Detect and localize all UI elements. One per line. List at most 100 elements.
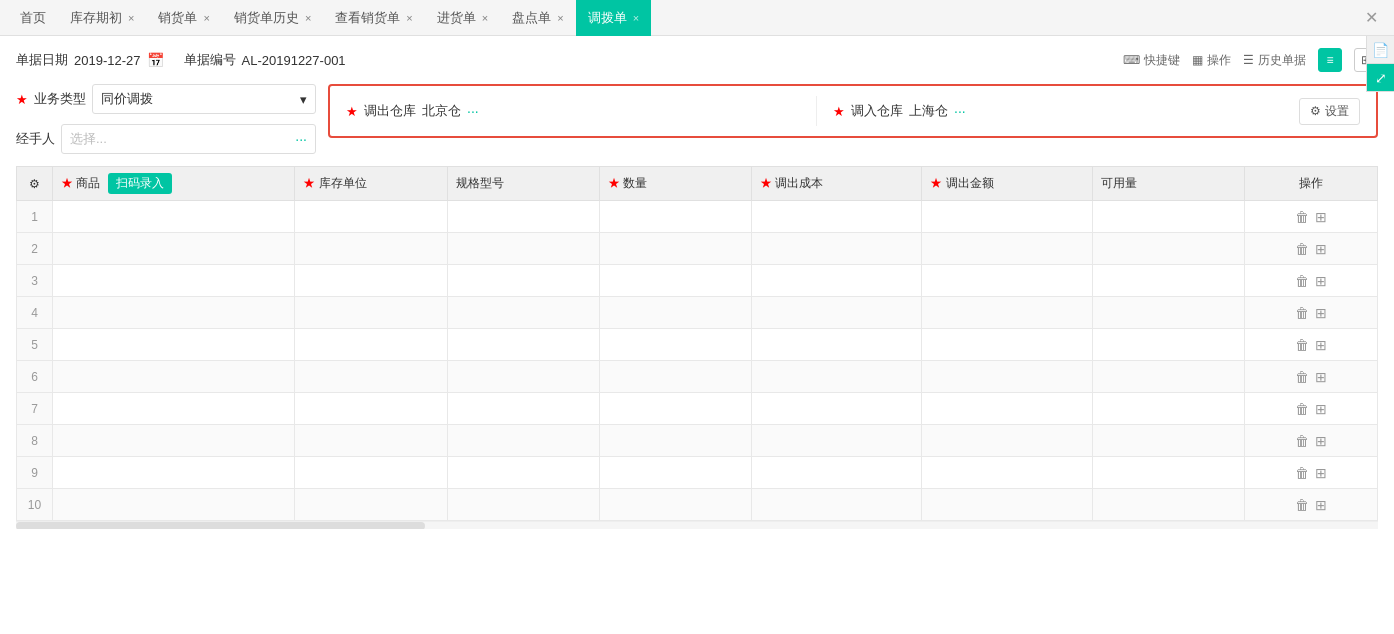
cell-product[interactable]	[53, 297, 295, 329]
delete-icon[interactable]: 🗑	[1295, 209, 1309, 225]
tab-sales-order[interactable]: 销货单 ×	[146, 0, 221, 36]
cell-available[interactable]	[1093, 457, 1245, 489]
copy-icon[interactable]: ⊞	[1315, 369, 1327, 385]
cell-unit[interactable]	[295, 233, 448, 265]
operations-button[interactable]: ▦ 操作	[1192, 52, 1231, 69]
tab-home[interactable]: 首页	[8, 0, 58, 36]
cell-available[interactable]	[1093, 361, 1245, 393]
list-view-button[interactable]: ≡	[1318, 48, 1342, 72]
delete-icon[interactable]: 🗑	[1295, 401, 1309, 417]
cell-amount[interactable]	[922, 489, 1093, 521]
cell-available[interactable]	[1093, 297, 1245, 329]
close-tab-sales-history[interactable]: ×	[305, 12, 311, 24]
cell-amount[interactable]	[922, 329, 1093, 361]
cell-spec[interactable]	[447, 233, 599, 265]
cell-available[interactable]	[1093, 201, 1245, 233]
close-tab-transfer-order[interactable]: ×	[633, 12, 639, 24]
calendar-icon[interactable]: 📅	[147, 52, 164, 68]
cell-cost[interactable]	[751, 233, 922, 265]
cell-unit[interactable]	[295, 425, 448, 457]
cell-cost[interactable]	[751, 393, 922, 425]
cell-product[interactable]	[53, 361, 295, 393]
scroll-bar[interactable]	[16, 521, 1378, 529]
cell-available[interactable]	[1093, 425, 1245, 457]
cell-available[interactable]	[1093, 233, 1245, 265]
cell-unit[interactable]	[295, 361, 448, 393]
cell-product[interactable]	[53, 329, 295, 361]
cell-amount[interactable]	[922, 201, 1093, 233]
copy-icon[interactable]: ⊞	[1315, 241, 1327, 257]
cell-spec[interactable]	[447, 425, 599, 457]
cell-product[interactable]	[53, 265, 295, 297]
cell-spec[interactable]	[447, 361, 599, 393]
cell-product[interactable]	[53, 233, 295, 265]
copy-icon[interactable]: ⊞	[1315, 337, 1327, 353]
delete-icon[interactable]: 🗑	[1295, 497, 1309, 513]
tab-view-sales[interactable]: 查看销货单 ×	[323, 0, 424, 36]
cell-qty[interactable]	[599, 265, 751, 297]
tab-inventory-init[interactable]: 库存期初 ×	[58, 0, 146, 36]
cell-qty[interactable]	[599, 297, 751, 329]
handler-dots[interactable]: ···	[295, 131, 307, 147]
copy-icon[interactable]: ⊞	[1315, 305, 1327, 321]
cell-spec[interactable]	[447, 201, 599, 233]
cell-cost[interactable]	[751, 297, 922, 329]
cell-qty[interactable]	[599, 201, 751, 233]
cell-amount[interactable]	[922, 265, 1093, 297]
close-all-tabs[interactable]: ✕	[1357, 8, 1386, 27]
cell-available[interactable]	[1093, 393, 1245, 425]
cell-unit[interactable]	[295, 457, 448, 489]
cell-available[interactable]	[1093, 489, 1245, 521]
cell-qty[interactable]	[599, 329, 751, 361]
copy-icon[interactable]: ⊞	[1315, 401, 1327, 417]
close-tab-sales-order[interactable]: ×	[203, 12, 209, 24]
delete-icon[interactable]: 🗑	[1295, 273, 1309, 289]
copy-icon[interactable]: ⊞	[1315, 465, 1327, 481]
tab-transfer-order[interactable]: 调拨单 ×	[576, 0, 651, 36]
cell-unit[interactable]	[295, 265, 448, 297]
rt-expand-button[interactable]: ⤢	[1367, 64, 1395, 92]
cell-amount[interactable]	[922, 361, 1093, 393]
cell-available[interactable]	[1093, 265, 1245, 297]
copy-icon[interactable]: ⊞	[1315, 209, 1327, 225]
cell-cost[interactable]	[751, 361, 922, 393]
handler-select[interactable]: 选择... ···	[61, 124, 316, 154]
th-gear[interactable]: ⚙	[17, 167, 53, 201]
cell-qty[interactable]	[599, 489, 751, 521]
cell-unit[interactable]	[295, 489, 448, 521]
cell-amount[interactable]	[922, 393, 1093, 425]
copy-icon[interactable]: ⊞	[1315, 433, 1327, 449]
delete-icon[interactable]: 🗑	[1295, 305, 1309, 321]
cell-spec[interactable]	[447, 489, 599, 521]
cell-cost[interactable]	[751, 201, 922, 233]
cell-qty[interactable]	[599, 233, 751, 265]
tab-inventory-check[interactable]: 盘点单 ×	[500, 0, 575, 36]
business-type-select[interactable]: 同价调拨 ▾	[92, 84, 316, 114]
cell-spec[interactable]	[447, 457, 599, 489]
cell-cost[interactable]	[751, 489, 922, 521]
cell-spec[interactable]	[447, 393, 599, 425]
cell-spec[interactable]	[447, 297, 599, 329]
close-tab-inventory-init[interactable]: ×	[128, 12, 134, 24]
cell-unit[interactable]	[295, 393, 448, 425]
cell-product[interactable]	[53, 457, 295, 489]
settings-button[interactable]: ⚙ 设置	[1299, 98, 1360, 125]
cell-product[interactable]	[53, 489, 295, 521]
cell-product[interactable]	[53, 201, 295, 233]
cell-cost[interactable]	[751, 329, 922, 361]
cell-unit[interactable]	[295, 201, 448, 233]
delete-icon[interactable]: 🗑	[1295, 337, 1309, 353]
cell-product[interactable]	[53, 425, 295, 457]
cell-spec[interactable]	[447, 329, 599, 361]
scan-button[interactable]: 扫码录入	[108, 173, 172, 194]
cell-available[interactable]	[1093, 329, 1245, 361]
cell-product[interactable]	[53, 393, 295, 425]
cell-amount[interactable]	[922, 425, 1093, 457]
cell-amount[interactable]	[922, 233, 1093, 265]
close-tab-view-sales[interactable]: ×	[406, 12, 412, 24]
cell-qty[interactable]	[599, 361, 751, 393]
close-tab-inventory-check[interactable]: ×	[557, 12, 563, 24]
cell-spec[interactable]	[447, 265, 599, 297]
cell-cost[interactable]	[751, 425, 922, 457]
history-button[interactable]: ☰ 历史单据	[1243, 52, 1306, 69]
